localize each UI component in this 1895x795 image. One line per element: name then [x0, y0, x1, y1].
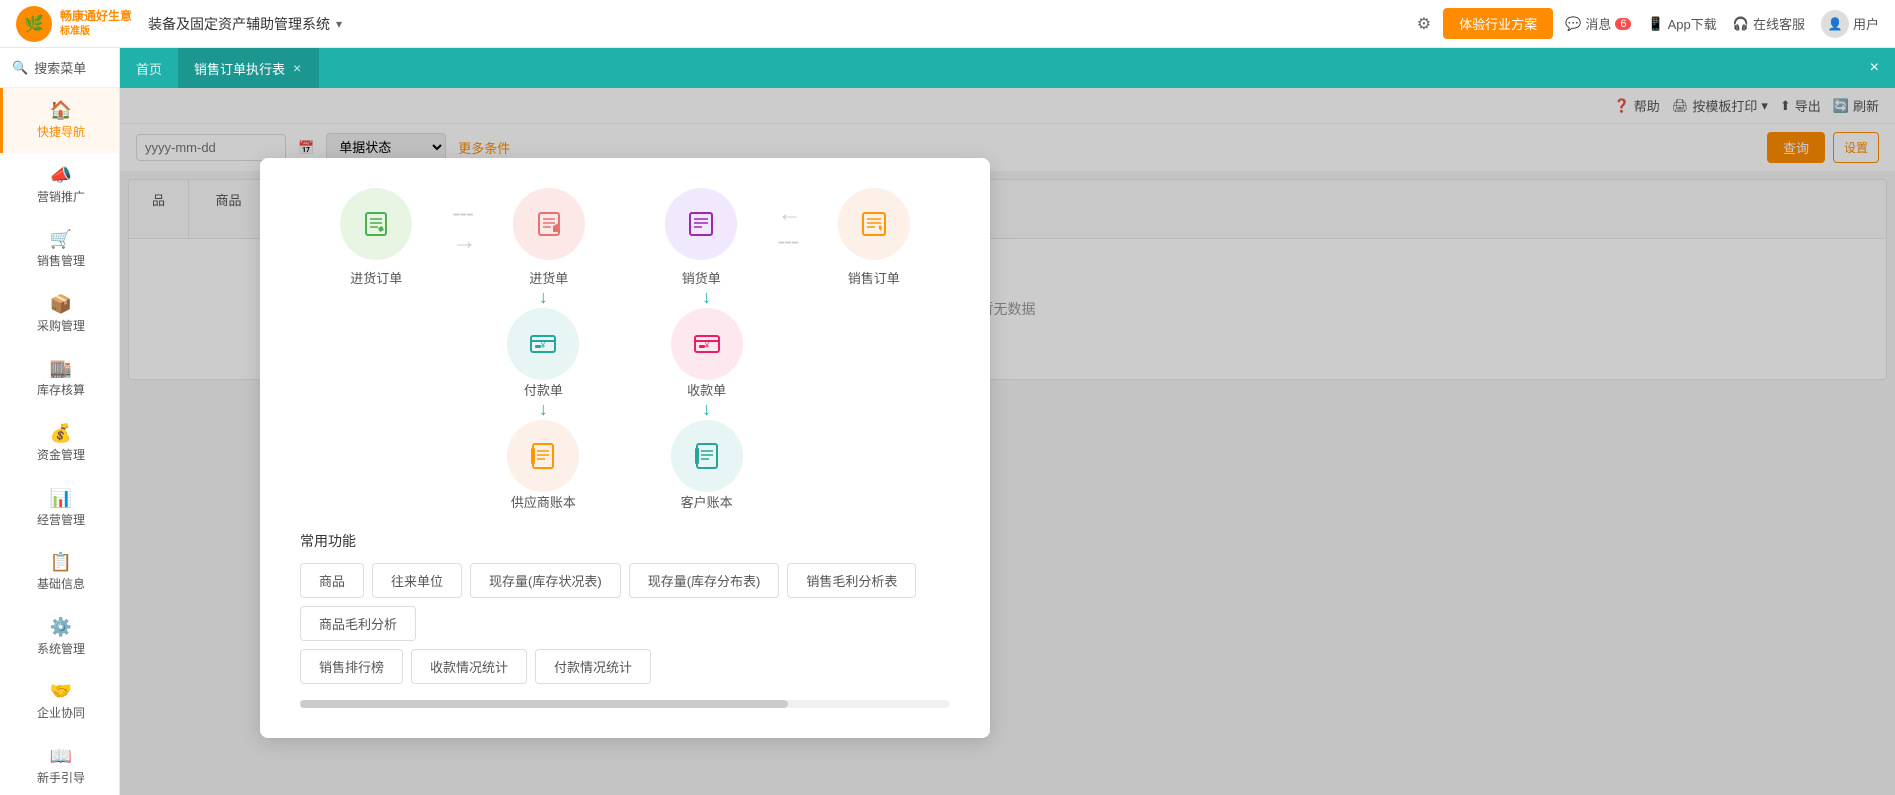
- logo-area: 🌿 畅康通好生意 标准版: [16, 6, 136, 42]
- flow-row-2: ¥ 付款单 ¥ 收款单: [300, 308, 950, 399]
- flow-row-3: 供应商账本 客户账本: [300, 420, 950, 511]
- top-bar: 🌿 畅康通好生意 标准版 装备及固定资产辅助管理系统 ▾ ⚙ 体验行业方案 💬 …: [0, 0, 1895, 48]
- flow-row-1: 进货订单 - - - →: [300, 188, 950, 287]
- func-buttons-container: 商品 往来单位 现存量(库存状况表) 现存量(库存分布表) 销售毛利分析表 商品…: [300, 563, 950, 641]
- payment-out-icon: ¥: [507, 308, 579, 380]
- sidebar-item-operations[interactable]: 📊 经营管理: [0, 476, 119, 541]
- guide-icon: 📖: [50, 746, 72, 767]
- flow-vrow-2: ↓ ↓: [300, 399, 950, 420]
- sales-icon: 🛒: [50, 229, 72, 250]
- func-btn-1[interactable]: 往来单位: [372, 563, 462, 598]
- marketing-icon: 📣: [50, 165, 72, 186]
- tab-bar-close-button[interactable]: ×: [1854, 59, 1895, 77]
- sidebar-item-inventory[interactable]: 🏬 库存核算: [0, 346, 119, 411]
- avatar: 👤: [1821, 10, 1849, 38]
- corp-icon: 🤝: [50, 681, 72, 702]
- logo-text: 畅康通好生意 标准版: [60, 9, 132, 38]
- sidebar-item-system[interactable]: ⚙️ 系统管理: [0, 605, 119, 670]
- func-btn-4[interactable]: 销售毛利分析表: [787, 563, 916, 598]
- sidebar-item-purchase[interactable]: 📦 采购管理: [0, 282, 119, 347]
- svg-text:¥: ¥: [540, 341, 546, 350]
- payment-in-icon: ¥: [671, 308, 743, 380]
- top-right-area: 💬 消息 6 📱 App下载 🎧 在线客服 👤 用户: [1565, 10, 1879, 38]
- tab-home[interactable]: 首页: [120, 48, 178, 88]
- arrow-payment-in-down: ↓: [627, 399, 787, 420]
- func-buttons-row2: 销售排行榜 收款情况统计 付款情况统计: [300, 649, 950, 684]
- page-content: ❓ 帮助 🖨 按模板打印 ▾ ⬆ 导出 🔄 刷新: [120, 88, 1895, 795]
- common-functions-section: 常用功能 商品 往来单位 现存量(库存状况表) 现存量(库存分布表) 销售毛利分…: [300, 531, 950, 684]
- flow-node-purchase-bill[interactable]: 进货单: [473, 188, 626, 287]
- flow-node-purchase-order[interactable]: 进货订单: [300, 188, 453, 287]
- finance-icon: 💰: [50, 423, 72, 444]
- phone-icon: 📱: [1647, 16, 1663, 32]
- func-btn-6[interactable]: 销售排行榜: [300, 649, 403, 684]
- basic-icon: 📋: [50, 552, 72, 573]
- sales-order-icon: [838, 188, 910, 260]
- popup-overlay[interactable]: 进货订单 - - - →: [120, 88, 1895, 795]
- sidebar-item-sales[interactable]: 🛒 销售管理: [0, 217, 119, 282]
- svg-text:¥: ¥: [703, 341, 709, 350]
- tab-bar: 首页 销售订单执行表 × ×: [120, 48, 1895, 88]
- tab-sales-exec[interactable]: 销售订单执行表 ×: [178, 48, 319, 88]
- sidebar-item-quick-nav[interactable]: 🏠 快捷导航: [0, 88, 119, 153]
- func-btn-0[interactable]: 商品: [300, 563, 364, 598]
- service-icon: 🎧: [1733, 16, 1749, 32]
- popup-panel: 进货订单 - - - →: [260, 158, 990, 738]
- arrow-sales-bill-down: ↓: [627, 287, 787, 308]
- purchase-bill-icon: [513, 188, 585, 260]
- system-dropdown-button[interactable]: ▾: [336, 17, 342, 31]
- sidebar-item-finance[interactable]: 💰 资金管理: [0, 411, 119, 476]
- flow-vrow-1: ↓ ↓: [300, 287, 950, 308]
- operations-icon: 📊: [50, 488, 72, 509]
- func-btn-3[interactable]: 现存量(库存分布表): [629, 563, 780, 598]
- system-name: 装备及固定资产辅助管理系统 ▾: [148, 14, 1405, 34]
- message-button[interactable]: 💬 消息 6: [1565, 14, 1631, 33]
- flow-node-customer-ledger[interactable]: 客户账本: [627, 420, 787, 511]
- flow-node-supplier-ledger[interactable]: 供应商账本: [463, 420, 623, 511]
- sidebar-item-marketing[interactable]: 📣 营销推广: [0, 153, 119, 218]
- arrow-purchase-bill-down: ↓: [463, 287, 623, 308]
- flow-arrow-4-3: ← - - -: [778, 200, 798, 256]
- func-btn-7[interactable]: 收款情况统计: [411, 649, 527, 684]
- popup-scrollbar-area: [300, 700, 950, 708]
- flow-node-payment-in[interactable]: ¥ 收款单: [627, 308, 787, 399]
- home-icon: 🏠: [50, 100, 72, 121]
- sidebar-item-basic[interactable]: 📋 基础信息: [0, 540, 119, 605]
- system-icon: ⚙️: [50, 617, 72, 638]
- popup-scrollbar[interactable]: [300, 700, 950, 708]
- user-avatar-area[interactable]: 👤 用户: [1821, 10, 1879, 38]
- logo-icon: 🌿: [16, 6, 52, 42]
- search-menu-button[interactable]: 🔍 搜索菜单: [0, 48, 119, 88]
- func-btn-5[interactable]: 商品毛利分析: [300, 606, 416, 641]
- popup-scrollbar-thumb: [300, 700, 788, 708]
- sidebar-item-corp[interactable]: 🤝 企业协同: [0, 669, 119, 734]
- content-area: 首页 销售订单执行表 × × ❓ 帮助 🖨 按: [120, 48, 1895, 795]
- func-btn-8[interactable]: 付款情况统计: [535, 649, 651, 684]
- flow-arrow-1-2: - - - →: [453, 200, 473, 256]
- sidebar-item-guide[interactable]: 📖 新手引导: [0, 734, 119, 795]
- search-icon: 🔍: [12, 60, 28, 76]
- supplier-ledger-icon: [507, 420, 579, 492]
- message-icon: 💬: [1565, 16, 1581, 32]
- inventory-icon: 🏬: [50, 358, 72, 379]
- sales-bill-icon: [665, 188, 737, 260]
- flow-node-sales-order[interactable]: 销售订单: [798, 188, 951, 287]
- tab-close-button[interactable]: ×: [291, 58, 303, 78]
- sidebar-nav: 🏠 快捷导航 📣 营销推广 🛒 销售管理 📦 采购管理 🏬 库存核: [0, 88, 119, 795]
- purchase-icon: 📦: [50, 294, 72, 315]
- app-download-button[interactable]: 📱 App下载: [1647, 14, 1716, 33]
- flow-node-sales-bill[interactable]: 销货单: [625, 188, 778, 287]
- customer-ledger-icon: [671, 420, 743, 492]
- purchase-order-icon: [340, 188, 412, 260]
- sidebar: 🔍 搜索菜单 🏠 快捷导航 📣 营销推广 🛒 销售管理 📦: [0, 48, 120, 795]
- online-service-button[interactable]: 🎧 在线客服: [1733, 14, 1805, 33]
- flow-node-payment-out[interactable]: ¥ 付款单: [463, 308, 623, 399]
- settings-gear-button[interactable]: ⚙: [1417, 14, 1431, 34]
- arrow-payment-out-down: ↓: [463, 399, 623, 420]
- func-btn-2[interactable]: 现存量(库存状况表): [470, 563, 621, 598]
- trial-button[interactable]: 体验行业方案: [1443, 8, 1553, 39]
